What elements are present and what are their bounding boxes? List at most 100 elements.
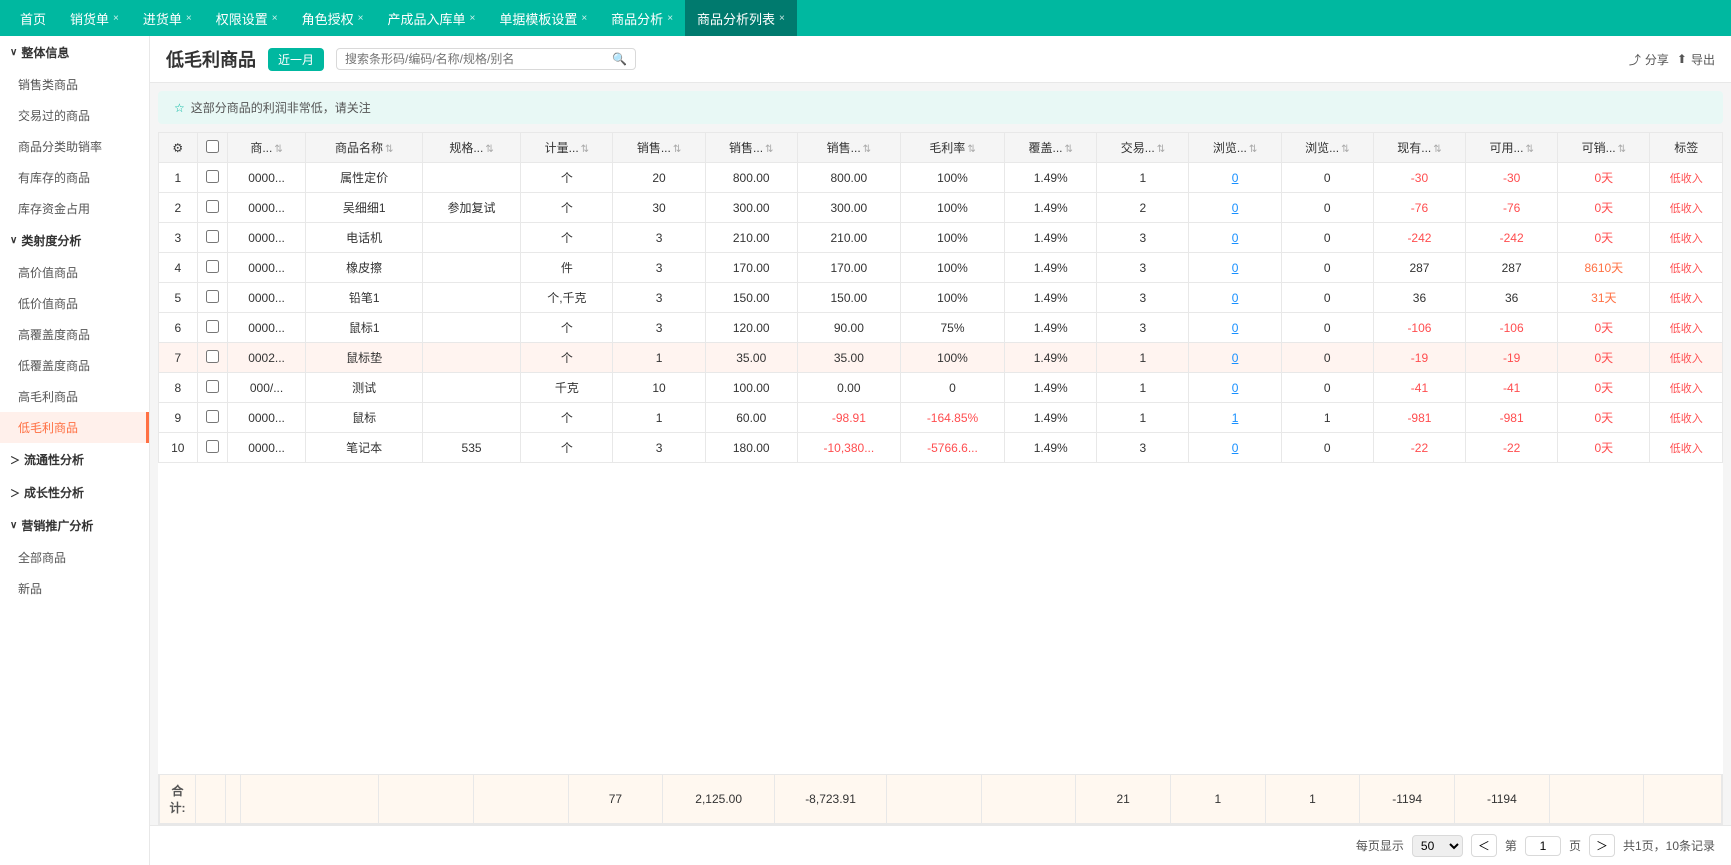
sidebar-item-inventory-capital[interactable]: 库存资金占用: [0, 193, 149, 224]
sidebar-item-all-products[interactable]: 全部商品: [0, 542, 149, 573]
sidebar-section-growth[interactable]: ＞ 成长性分析: [0, 476, 149, 509]
row-view1[interactable]: 0: [1189, 223, 1281, 253]
sidebar-item-sales-products[interactable]: 销售类商品: [0, 69, 149, 100]
row-select-checkbox[interactable]: [206, 290, 219, 303]
col-checkbox[interactable]: [197, 133, 227, 163]
sidebar-item-high-value[interactable]: 高价值商品: [0, 257, 149, 288]
row-unit: 个: [521, 193, 613, 223]
totals-table: 合计: 77 2,125.00 -8,723.91 21 1 1 -1194 -…: [159, 774, 1722, 824]
row-checkbox[interactable]: [197, 403, 227, 433]
nav-close-icon[interactable]: ×: [779, 13, 785, 24]
row-checkbox[interactable]: [197, 223, 227, 253]
nav-close-icon[interactable]: ×: [358, 13, 364, 24]
nav-sales-order[interactable]: 销货单 ×: [58, 0, 131, 36]
row-view1[interactable]: 0: [1189, 433, 1281, 463]
nav-close-icon[interactable]: ×: [581, 13, 587, 24]
row-current: -30: [1373, 163, 1465, 193]
sidebar-item-category-rate[interactable]: 商品分类助销率: [0, 131, 149, 162]
nav-close-icon[interactable]: ×: [272, 13, 278, 24]
sidebar-item-traded-products[interactable]: 交易过的商品: [0, 100, 149, 131]
sidebar-item-inventory-products[interactable]: 有库存的商品: [0, 162, 149, 193]
row-select-checkbox[interactable]: [206, 350, 219, 363]
filter-recent-month-button[interactable]: 近一月: [268, 48, 324, 71]
nav-close-icon[interactable]: ×: [469, 13, 475, 24]
nav-template-setting[interactable]: 单据模板设置 ×: [487, 0, 599, 36]
row-view1[interactable]: 0: [1189, 313, 1281, 343]
nav-home[interactable]: 首页: [8, 0, 58, 36]
nav-close-icon[interactable]: ×: [113, 13, 119, 24]
search-icon[interactable]: 🔍: [612, 52, 627, 66]
row-view1[interactable]: 0: [1189, 373, 1281, 403]
table-row: 5 0000... 铅笔1 个,千克 3 150.00 150.00 100% …: [159, 283, 1723, 313]
col-settings[interactable]: ⚙: [159, 133, 198, 163]
total-sales-count: 77: [568, 775, 663, 824]
row-select-checkbox[interactable]: [206, 260, 219, 273]
share-button[interactable]: ⤴ 分享: [1629, 51, 1669, 68]
col-salable: 可销...⇅: [1558, 133, 1650, 163]
nav-close-icon[interactable]: ×: [186, 13, 192, 24]
nav-role-auth[interactable]: 角色授权 ×: [290, 0, 376, 36]
row-view2: 0: [1281, 343, 1373, 373]
row-select-checkbox[interactable]: [206, 440, 219, 453]
search-input[interactable]: [345, 52, 612, 66]
row-select-checkbox[interactable]: [206, 320, 219, 333]
sidebar-item-low-coverage[interactable]: 低覆盖度商品: [0, 350, 149, 381]
row-select-checkbox[interactable]: [206, 200, 219, 213]
nav-product-analysis-list[interactable]: 商品分析列表 ×: [685, 0, 797, 36]
row-checkbox[interactable]: [197, 343, 227, 373]
page-size-select[interactable]: 50 20 100: [1412, 835, 1463, 857]
sidebar-section-overall[interactable]: ∨ 整体信息: [0, 36, 149, 69]
col-view1: 浏览...⇅: [1189, 133, 1281, 163]
nav-product-analysis[interactable]: 商品分析 ×: [599, 0, 685, 36]
sidebar-section-flow[interactable]: ＞ 流通性分析: [0, 443, 149, 476]
nav-product-inbound[interactable]: 产成品入库单 ×: [375, 0, 487, 36]
row-view1[interactable]: 0: [1189, 163, 1281, 193]
row-select-checkbox[interactable]: [206, 230, 219, 243]
row-trade-count: 3: [1097, 283, 1189, 313]
total-margin: [887, 775, 982, 824]
row-checkbox[interactable]: [197, 433, 227, 463]
row-checkbox[interactable]: [197, 373, 227, 403]
nav-permission-setting[interactable]: 权限设置 ×: [204, 0, 290, 36]
sidebar-item-high-coverage[interactable]: 高覆盖度商品: [0, 319, 149, 350]
row-checkbox[interactable]: [197, 313, 227, 343]
row-checkbox[interactable]: [197, 193, 227, 223]
nav-close-icon[interactable]: ×: [667, 13, 673, 24]
row-code: 0000...: [227, 403, 306, 433]
row-spec: 参加复试: [422, 193, 520, 223]
total-placeholder-spec: [379, 775, 474, 824]
sidebar-item-new-products[interactable]: 新品: [0, 573, 149, 604]
row-checkbox[interactable]: [197, 283, 227, 313]
row-trade-count: 1: [1097, 403, 1189, 433]
row-view1[interactable]: 0: [1189, 193, 1281, 223]
sidebar-item-low-margin[interactable]: 低毛利商品: [0, 412, 149, 443]
sidebar-section-dimension[interactable]: ∨ 类射度分析: [0, 224, 149, 257]
row-select-checkbox[interactable]: [206, 170, 219, 183]
total-label: 合计:: [160, 775, 196, 824]
nav-purchase-order[interactable]: 进货单 ×: [131, 0, 204, 36]
row-view1[interactable]: 0: [1189, 253, 1281, 283]
row-select-checkbox[interactable]: [206, 410, 219, 423]
select-all-checkbox[interactable]: [206, 140, 219, 153]
next-page-button[interactable]: ＞: [1589, 834, 1615, 857]
row-checkbox[interactable]: [197, 163, 227, 193]
row-available: 287: [1466, 253, 1558, 283]
pagination-bar: 每页显示 50 20 100 ＜ 第 页 ＞ 共1页，10条记录: [150, 825, 1731, 865]
sidebar-item-low-value[interactable]: 低价值商品: [0, 288, 149, 319]
row-view1[interactable]: 0: [1189, 343, 1281, 373]
sidebar-section-marketing[interactable]: ∨ 营销推广分析: [0, 509, 149, 542]
col-sales-profit: 销售...⇅: [797, 133, 900, 163]
prev-page-button[interactable]: ＜: [1471, 834, 1497, 857]
row-sales-profit: 35.00: [797, 343, 900, 373]
row-sales-amount: 60.00: [705, 403, 797, 433]
row-spec: [422, 253, 520, 283]
row-select-checkbox[interactable]: [206, 380, 219, 393]
row-sales-amount: 150.00: [705, 283, 797, 313]
row-view1[interactable]: 0: [1189, 283, 1281, 313]
row-view1[interactable]: 1: [1189, 403, 1281, 433]
sidebar-item-high-margin[interactable]: 高毛利商品: [0, 381, 149, 412]
export-button[interactable]: ⬆ 导出: [1677, 51, 1715, 68]
row-current: -76: [1373, 193, 1465, 223]
current-page-input[interactable]: [1525, 836, 1561, 856]
row-checkbox[interactable]: [197, 253, 227, 283]
